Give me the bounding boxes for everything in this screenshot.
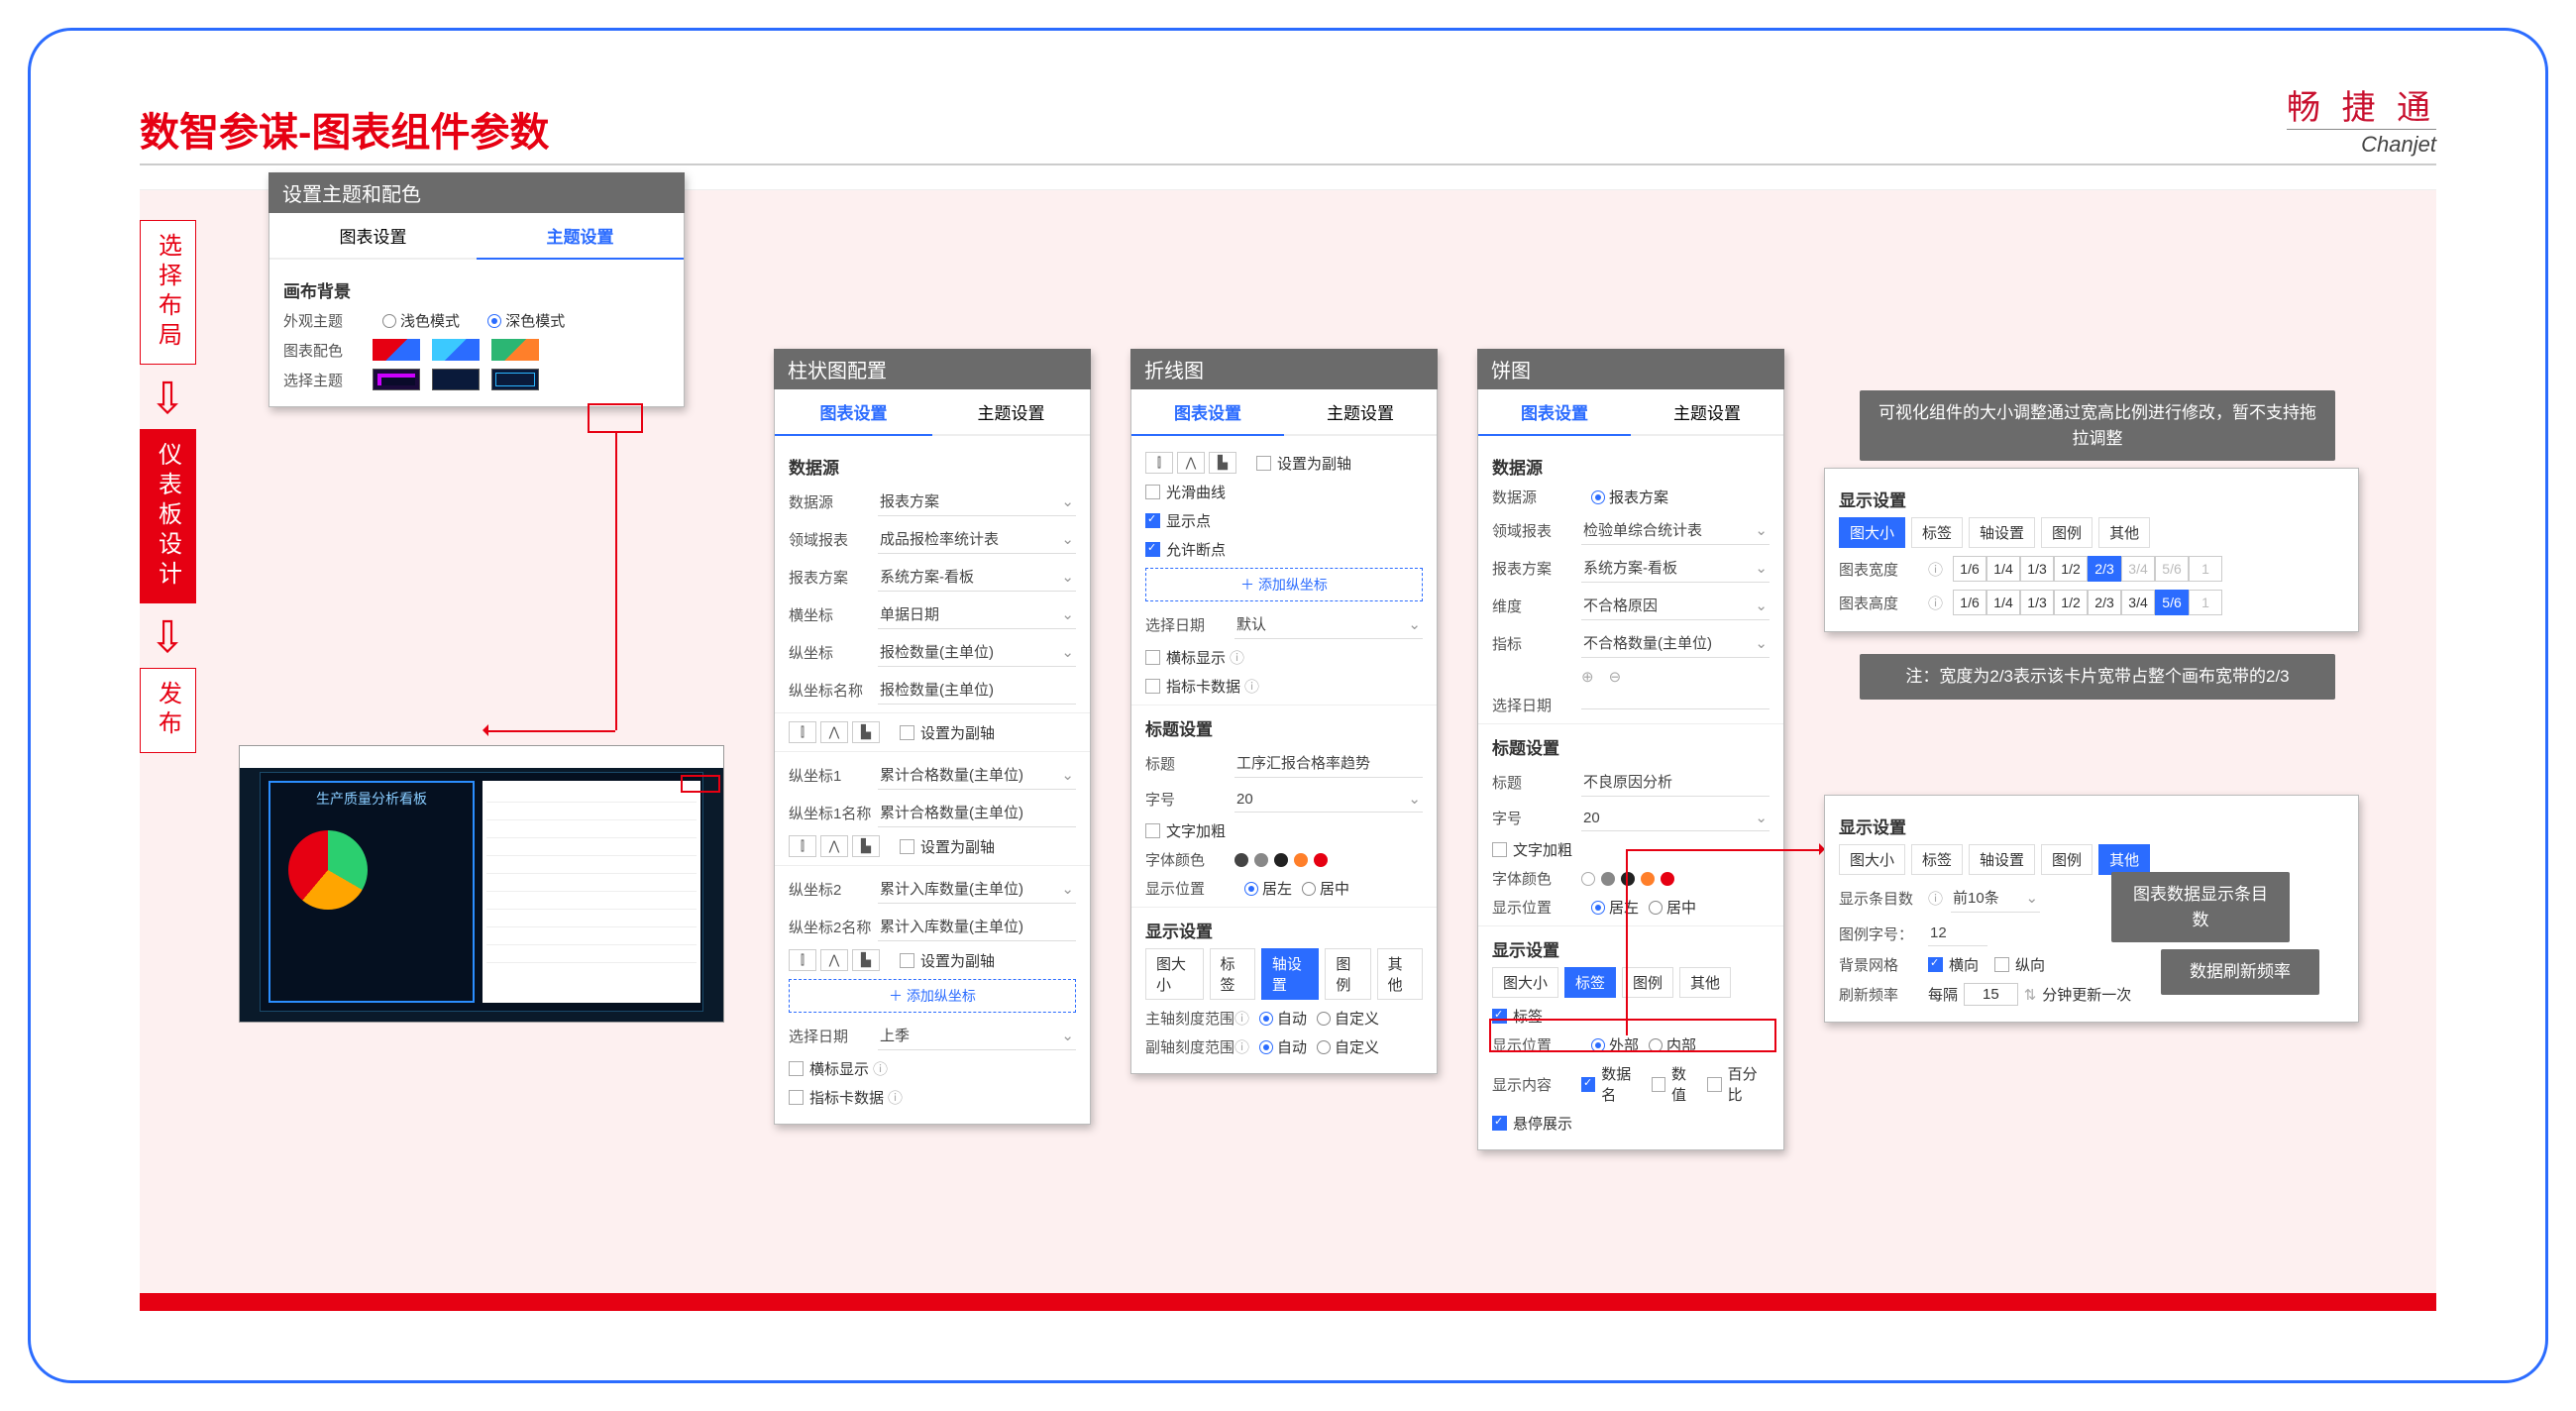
step-layout: 选择布局 — [140, 220, 196, 365]
area-icon[interactable]: ▙ — [852, 721, 880, 743]
theme-2[interactable] — [432, 369, 480, 390]
theme-1[interactable] — [373, 369, 420, 390]
size-panel: 显示设置 图大小 标签 轴设置 图例 其他 图表宽度ⓘ 1/61/41/31/2… — [1824, 468, 2359, 632]
tip-refresh: 数据刷新频率 — [2161, 949, 2319, 995]
tip-size: 可视化组件的大小调整通过宽高比例进行修改，暂不支持拖拉调整 — [1860, 390, 2335, 461]
palette-1[interactable] — [373, 339, 420, 361]
brand-logo: 畅 捷 通 Chanjet — [2287, 80, 2436, 158]
tab-theme-settings[interactable]: 主题设置 — [477, 213, 684, 260]
height-options[interactable]: 1/61/41/31/22/33/45/61 — [1953, 590, 2222, 615]
palette-3[interactable] — [491, 339, 539, 361]
workflow-steps: 选择布局 ⇩ 仪表板设计 ⇩ 发布 — [138, 220, 197, 758]
theme-panel: 设置主题和配色 图表设置 主题设置 画布背景 外观主题 浅色模式 深色模式 图表… — [268, 172, 685, 407]
width-options[interactable]: 1/61/41/31/22/33/45/61 — [1953, 556, 2222, 582]
highlight-theme — [588, 403, 643, 433]
radio-dark[interactable] — [487, 314, 501, 328]
bar-config-panel: 柱状图配置 图表设置主题设置 数据源 数据源报表方案 领域报表成品报检率统计表 … — [774, 349, 1091, 1125]
tip-rows: 图表数据显示条目数 — [2111, 872, 2290, 942]
tab-chart-settings[interactable]: 图表设置 — [269, 213, 477, 258]
page-title: 数智参谋-图表组件参数 — [140, 100, 549, 158]
step-publish: 发布 — [140, 668, 196, 753]
line-icon[interactable]: ⋀ — [820, 721, 848, 743]
highlight-pie-pills — [1489, 1019, 1776, 1052]
line-config-panel: 折线图 图表设置主题设置 ⫿⋀▙设置为副轴 光滑曲线 显示点 允许断点 ＋ 添加… — [1130, 349, 1438, 1074]
dashboard-preview: 生产质量分析看板 — [239, 745, 724, 1023]
add-yaxis[interactable]: ＋ 添加纵坐标 — [789, 979, 1076, 1013]
palette-2[interactable] — [432, 339, 480, 361]
tab-chart[interactable]: 图表设置 — [775, 389, 932, 436]
step-design: 仪表板设计 — [140, 429, 196, 603]
tab-theme[interactable]: 主题设置 — [932, 389, 1090, 434]
bar-icon[interactable]: ⫿ — [789, 721, 816, 743]
tip-width-note: 注：宽度为2/3表示该卡片宽带占整个画布宽带的2/3 — [1860, 654, 2335, 700]
radio-light[interactable] — [382, 314, 396, 328]
